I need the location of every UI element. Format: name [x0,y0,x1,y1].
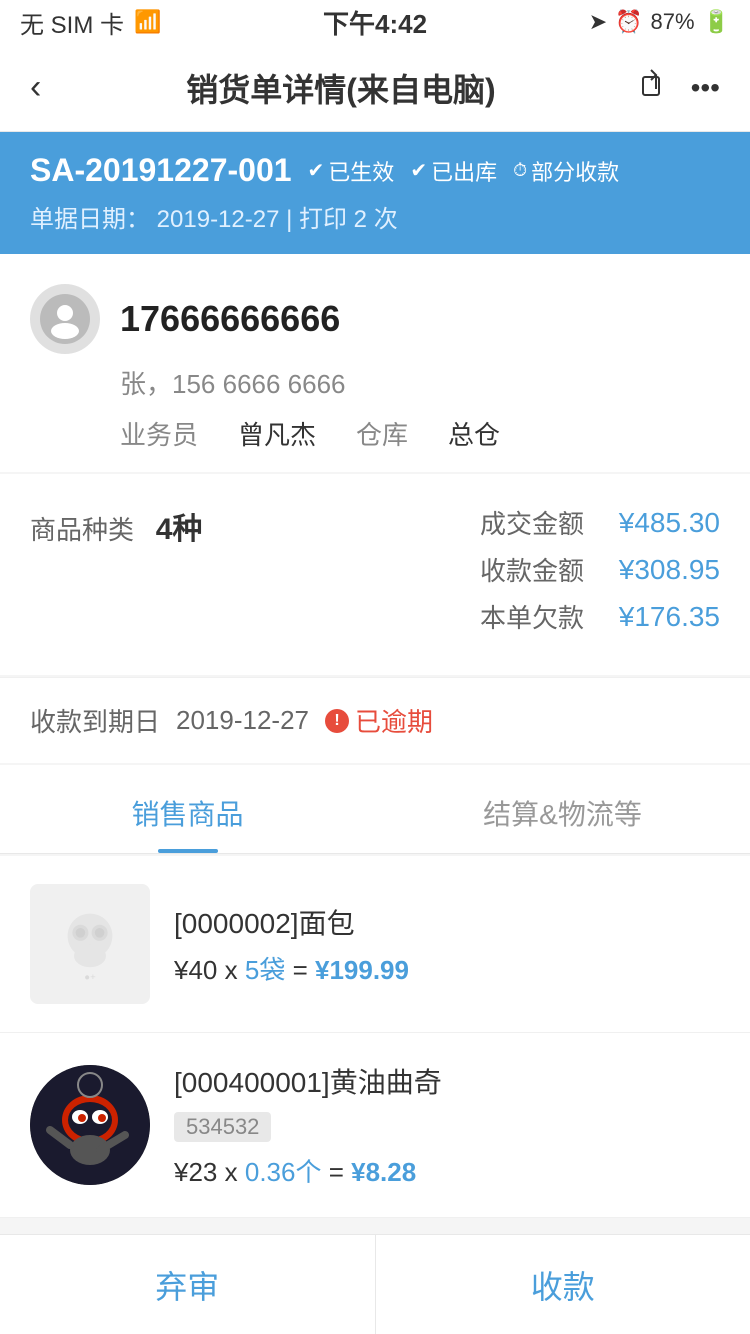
more-icon[interactable]: ••• [691,72,720,104]
battery-text: 87% [651,9,695,35]
debt-value: ¥176.35 [600,601,720,633]
svg-text:●+: ●+ [84,972,96,983]
collection-value: ¥308.95 [600,554,720,586]
warehouse-value: 总仓 [448,415,500,452]
goods-type-value: 4种 [156,513,203,546]
customer-sub: 张，156 6666 6666 [120,364,720,401]
abandon-review-button[interactable]: 弃审 [0,1235,376,1334]
check-icon-1: ✔ [308,158,325,183]
avatar [30,284,100,354]
badge-effective: ✔ 已生效 [308,155,395,187]
back-button[interactable]: ‹ [30,68,41,107]
date-separator: | [286,206,299,233]
status-time: 下午4:42 [323,4,427,41]
stats-section: 商品种类 4种 成交金额 ¥485.30 收款金额 ¥308.95 本单欠款 ¥… [0,474,750,675]
goods-type-label: 商品种类 [30,515,134,545]
customer-section: 17666666666 张，156 6666 6666 业务员 曾凡杰 仓库 总… [0,254,750,472]
product-qty-2: 0.36个 [245,1157,322,1187]
order-header-row1: SA-20191227-001 ✔ 已生效 ✔ 已出库 ⏱ 部分收款 [30,152,720,189]
wifi-icon: 📶 [134,9,161,35]
deal-amount-label: 成交金额 [480,504,584,541]
product-name-1: [0000002]面包 [174,902,720,942]
product-item-2: [000400001]黄油曲奇 534532 ¥23 x 0.36个 = ¥8.… [0,1033,750,1218]
tabs-section: 销售商品 结算&物流等 [0,765,750,854]
status-right: ➤ ⏰ 87% 🔋 [589,9,730,35]
tab-sales-products[interactable]: 销售商品 [0,765,375,853]
overdue-dot-icon: ! [325,709,349,733]
order-header: SA-20191227-001 ✔ 已生效 ✔ 已出库 ⏱ 部分收款 单据日期：… [0,132,750,254]
customer-info-row: 业务员 曾凡杰 仓库 总仓 [120,415,720,452]
status-bar: 无 SIM 卡 📶 下午4:42 ➤ ⏰ 87% 🔋 [0,0,750,44]
product-list: ●+ [0000002]面包 ¥40 x 5袋 = ¥199.99 [0,856,750,1218]
order-id: SA-20191227-001 [30,152,292,189]
product-info-1: [0000002]面包 ¥40 x 5袋 = ¥199.99 [174,902,720,987]
customer-row: 17666666666 [30,284,720,354]
tab-settlement-label: 结算&物流等 [483,799,642,830]
product-info-2: [000400001]黄油曲奇 534532 ¥23 x 0.36个 = ¥8.… [174,1061,720,1189]
alarm-icon: ⏰ [615,9,642,35]
abandon-review-label: 弃审 [155,1262,219,1308]
badge-partial-text: 部分收款 [531,155,619,187]
customer-name: 17666666666 [120,298,340,340]
collect-payment-button[interactable]: 收款 [376,1235,750,1334]
date-label: 单据日期： [30,206,150,233]
overdue-text: 已逾期 [355,702,433,739]
page-title: 销货单详情(来自电脑) [186,65,495,111]
stats-left: 商品种类 4种 [30,504,202,552]
product-tag-2: 534532 [174,1112,271,1142]
stats-right: 成交金额 ¥485.30 收款金额 ¥308.95 本单欠款 ¥176.35 [480,504,720,645]
badge-partial: ⏱ 部分收款 [513,155,619,187]
print-info: 打印 2 次 [299,206,398,233]
collect-payment-label: 收款 [531,1262,595,1308]
nav-bar: ‹ 销货单详情(来自电脑) ••• [0,44,750,132]
product-qty-1: 5袋 [245,955,285,985]
debt-label: 本单欠款 [480,598,584,635]
collection-row: 收款金额 ¥308.95 [480,551,720,588]
product-price-row-1: ¥40 x 5袋 = ¥199.99 [174,950,720,987]
tab-sales-label: 销售商品 [131,799,243,830]
badge-effective-text: 已生效 [328,155,394,187]
date-value: 2019-12-27 [157,206,280,233]
product-price-1: ¥40 [174,955,217,985]
battery-icon: 🔋 [703,9,730,35]
location-icon: ➤ [589,9,607,35]
due-date-label: 收款到期日 [30,702,160,739]
badge-shipped-text: 已出库 [431,155,497,187]
tab-settlement[interactable]: 结算&物流等 [375,765,750,853]
product-price-row-2: ¥23 x 0.36个 = ¥8.28 [174,1152,720,1189]
badge-shipped: ✔ 已出库 [410,155,497,187]
tabs-row: 销售商品 结算&物流等 [0,765,750,854]
product-item-1: ●+ [0000002]面包 ¥40 x 5袋 = ¥199.99 [0,856,750,1033]
product-total-2: ¥8.28 [351,1157,416,1187]
collection-label: 收款金额 [480,551,584,588]
product-image-1: ●+ [30,884,150,1004]
order-date-row: 单据日期： 2019-12-27 | 打印 2 次 [30,199,720,234]
due-date-value: 2019-12-27 [176,705,309,736]
nav-actions: ••• [641,69,720,106]
overdue-badge: ! 已逾期 [325,702,433,739]
check-icon-2: ✔ [410,158,427,183]
product-total-1: ¥199.99 [315,955,409,985]
bottom-bar: 弃审 收款 [0,1234,750,1334]
deal-amount-row: 成交金额 ¥485.30 [480,504,720,541]
goods-type-row: 商品种类 4种 [30,504,202,548]
status-left: 无 SIM 卡 📶 [20,5,161,40]
clock-icon: ⏱ [513,160,527,181]
sales-label: 业务员 [120,415,198,452]
product-price-2: ¥23 [174,1157,217,1187]
share-icon[interactable] [641,69,671,106]
avatar-icon [40,294,90,344]
due-date-section: 收款到期日 2019-12-27 ! 已逾期 [0,677,750,763]
no-sim-text: 无 SIM 卡 [20,5,124,40]
product-image-2 [30,1065,150,1185]
deal-amount-value: ¥485.30 [600,507,720,539]
debt-row: 本单欠款 ¥176.35 [480,598,720,635]
product-name-2: [000400001]黄油曲奇 [174,1061,720,1101]
sales-value: 曾凡杰 [238,415,316,452]
warehouse-label: 仓库 [356,415,408,452]
